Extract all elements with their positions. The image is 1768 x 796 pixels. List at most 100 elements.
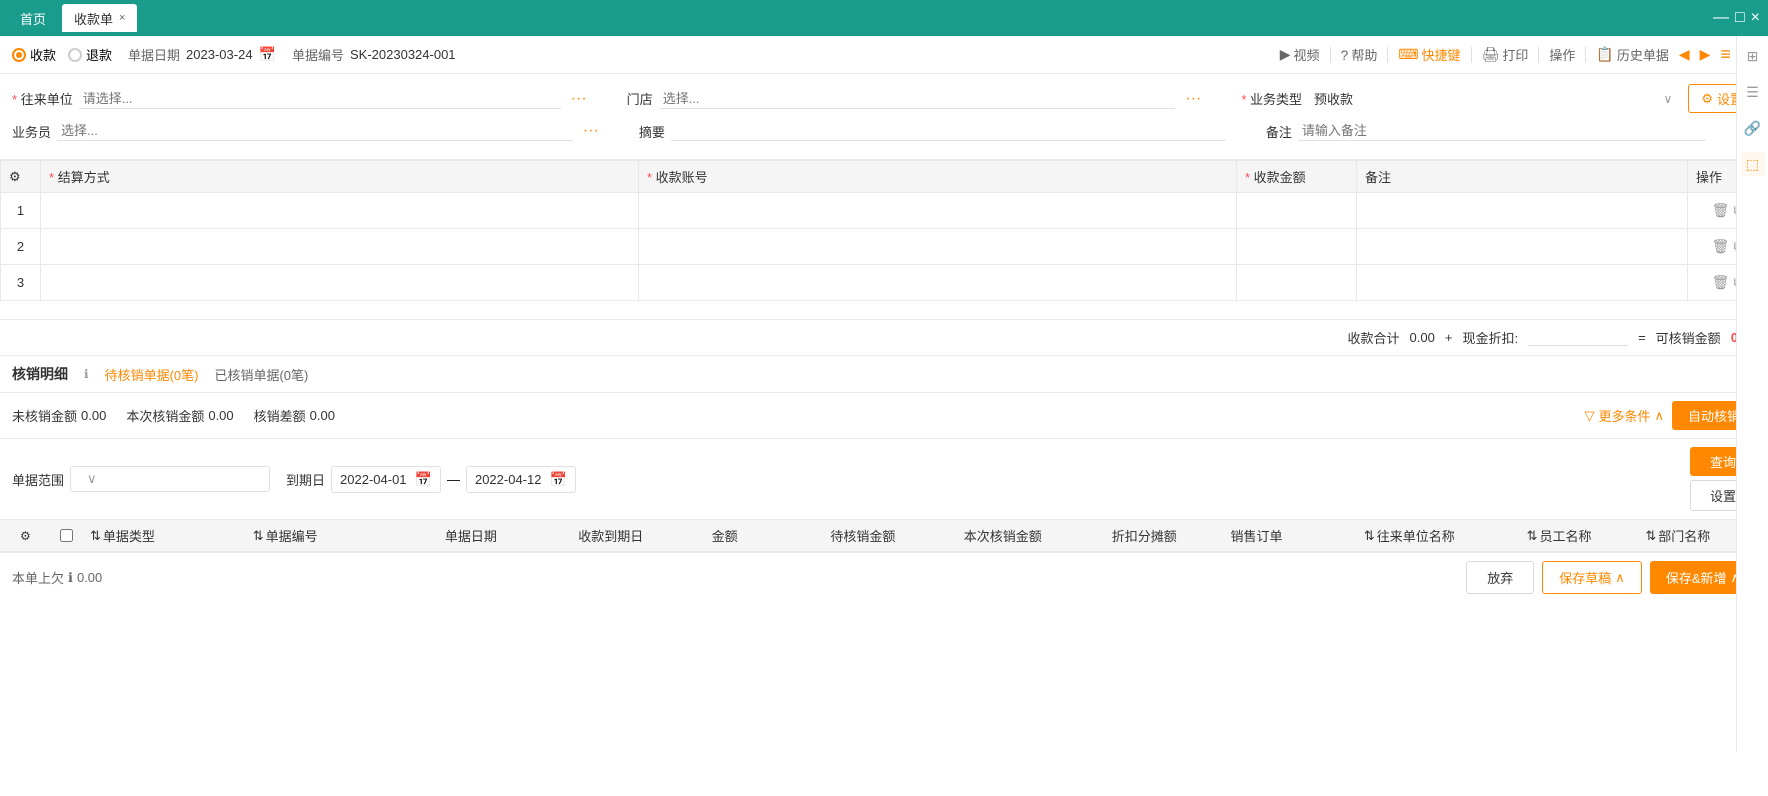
row-remark-3[interactable] bbox=[1356, 265, 1687, 301]
note-label: 备注 bbox=[1266, 122, 1292, 141]
divider2 bbox=[1387, 47, 1388, 63]
receipt-radio[interactable]: 收款 bbox=[12, 45, 56, 64]
date-from-icon[interactable]: 📅 bbox=[415, 471, 432, 488]
done-tab[interactable]: 已核销单据(0笔) bbox=[214, 365, 308, 384]
partner-input[interactable] bbox=[79, 89, 561, 109]
discard-btn[interactable]: 放弃 bbox=[1466, 561, 1534, 594]
receipt-radio-label: 收款 bbox=[30, 45, 56, 64]
staff-field: 业务员 ··· bbox=[12, 121, 599, 141]
remark-header: 备注 bbox=[1356, 161, 1687, 193]
summary-field: 摘要 bbox=[639, 121, 1226, 141]
sidebar-link-icon[interactable]: 🔗 bbox=[1741, 116, 1765, 140]
list-view-icon[interactable]: ≡ bbox=[1720, 44, 1731, 65]
diff-stat: 核销差额 0.00 bbox=[254, 406, 335, 425]
nav-prev-icon[interactable]: ◀ bbox=[1679, 46, 1690, 63]
row-remark-1[interactable] bbox=[1356, 193, 1687, 229]
summary-label: 摘要 bbox=[639, 122, 665, 141]
ops-btn[interactable]: 操作 bbox=[1549, 45, 1575, 64]
date-from-input[interactable]: 2022-04-01 📅 bbox=[331, 466, 441, 493]
bth-due-date: 收款到期日 bbox=[570, 526, 703, 545]
note-input[interactable] bbox=[1298, 121, 1706, 141]
bth-pending: 待核销金额 bbox=[822, 526, 955, 545]
table-area: ⚙ * 结算方式 * 收款账号 * 收款金额 备注 bbox=[0, 160, 1768, 320]
receipt-radio-dot bbox=[12, 48, 26, 62]
sidebar-list-icon[interactable]: ☰ bbox=[1741, 80, 1765, 104]
current-verify-value: 0.00 bbox=[208, 408, 233, 423]
date-label: 单据日期 bbox=[128, 45, 180, 64]
tab-actions: — □ × bbox=[1713, 9, 1760, 27]
range-select[interactable]: ∨ bbox=[70, 466, 270, 492]
row-account-1[interactable] bbox=[638, 193, 1236, 229]
row-num-3: 3 bbox=[1, 265, 41, 301]
footer-info-icon[interactable]: ℹ bbox=[68, 570, 73, 586]
date-to-icon[interactable]: 📅 bbox=[549, 471, 566, 488]
nav-next-icon[interactable]: ▶ bbox=[1700, 46, 1711, 63]
help-label: 帮助 bbox=[1351, 45, 1377, 64]
discount-input[interactable] bbox=[1528, 330, 1628, 346]
shortcut-btn[interactable]: ⌨ 快捷键 bbox=[1398, 45, 1460, 64]
calendar-icon[interactable]: 📅 bbox=[259, 46, 276, 63]
sort-icon-bill-no: ⇅ bbox=[253, 528, 264, 544]
tab-home-label: 首页 bbox=[20, 9, 46, 28]
row-settle-3[interactable] bbox=[41, 265, 639, 301]
tab-home[interactable]: 首页 bbox=[8, 4, 58, 32]
verify-info-icon[interactable]: ℹ bbox=[84, 367, 89, 381]
refund-radio[interactable]: 退款 bbox=[68, 45, 112, 64]
save-draft-btn[interactable]: 保存草稿 ∧ bbox=[1542, 561, 1642, 594]
row-account-3[interactable] bbox=[638, 265, 1236, 301]
history-btn[interactable]: 📋 历史单据 bbox=[1596, 45, 1668, 64]
date-from-value: 2022-04-01 bbox=[340, 472, 407, 487]
shop-more-icon[interactable]: ··· bbox=[1185, 90, 1201, 108]
pending-tab[interactable]: 待核销单据(0笔) bbox=[105, 365, 199, 384]
table-row: 1 🗑 ⧉ bbox=[1, 193, 1768, 229]
table-settings-header[interactable]: ⚙ bbox=[1, 161, 41, 193]
staff-more-icon[interactable]: ··· bbox=[583, 122, 599, 140]
staff-input[interactable] bbox=[57, 121, 573, 141]
equals-sign: = bbox=[1638, 330, 1646, 345]
partner-more-icon[interactable]: ··· bbox=[571, 90, 587, 108]
video-btn[interactable]: ▶ 视频 bbox=[1280, 45, 1320, 64]
shop-input[interactable] bbox=[659, 89, 1176, 109]
row-amount-1[interactable] bbox=[1236, 193, 1356, 229]
settle-method-header: * 结算方式 bbox=[41, 161, 639, 193]
tab-current[interactable]: 收款单 × bbox=[62, 4, 137, 32]
help-btn[interactable]: ? 帮助 bbox=[1341, 45, 1378, 64]
divider4 bbox=[1538, 47, 1539, 63]
row-account-2[interactable] bbox=[638, 229, 1236, 265]
sidebar-expand-icon[interactable]: ⬚ bbox=[1741, 152, 1765, 176]
sort-icon-staff: ⇅ bbox=[1527, 528, 1538, 544]
bth-checkbox[interactable] bbox=[52, 529, 82, 542]
row-amount-2[interactable] bbox=[1236, 229, 1356, 265]
help-icon: ? bbox=[1341, 47, 1349, 63]
row-amount-3[interactable] bbox=[1236, 265, 1356, 301]
row-delete-icon-3[interactable]: 🗑 bbox=[1712, 274, 1730, 291]
receipt-refund-radio: 收款 退款 bbox=[12, 45, 112, 64]
biz-type-arrow[interactable]: ∨ bbox=[1664, 92, 1673, 106]
form-row-2: 业务员 ··· 摘要 备注 bbox=[12, 121, 1756, 141]
current-verify-label: 本次核销金额 bbox=[126, 406, 204, 425]
bottom-table-header: ⚙ ⇅ 单据类型 ⇅ 单据编号 单据日期 收款到期日 bbox=[0, 520, 1768, 552]
net-label: 可核销金额 bbox=[1656, 328, 1721, 347]
summary-row: 收款合计 0.00 + 现金折扣: = 可核销金额 0.00 bbox=[0, 320, 1768, 356]
row-remark-2[interactable] bbox=[1356, 229, 1687, 265]
tab-close-icon[interactable]: × bbox=[119, 12, 125, 24]
sort-icon-dept: ⇅ bbox=[1645, 528, 1656, 544]
bth-discount: 折扣分摊额 bbox=[1104, 526, 1223, 545]
row-settle-2[interactable] bbox=[41, 229, 639, 265]
row-delete-icon-2[interactable]: 🗑 bbox=[1712, 238, 1730, 255]
sidebar-table-icon[interactable]: ⊞ bbox=[1741, 44, 1765, 68]
more-conditions-btn[interactable]: ▽ 更多条件 ∧ bbox=[1584, 406, 1664, 425]
print-btn[interactable]: 🖨 打印 bbox=[1482, 45, 1529, 64]
date-to-input[interactable]: 2022-04-12 📅 bbox=[466, 466, 576, 493]
bth-settings[interactable]: ⚙ bbox=[12, 529, 52, 543]
window-max-btn[interactable]: □ bbox=[1735, 9, 1745, 27]
summary-input[interactable] bbox=[671, 121, 1226, 141]
window-min-btn[interactable]: — bbox=[1713, 9, 1729, 27]
select-all-checkbox[interactable] bbox=[60, 529, 73, 542]
table-row: 2 🗑 ⧉ bbox=[1, 229, 1768, 265]
unverified-label: 未核销金额 bbox=[12, 406, 77, 425]
row-settle-1[interactable] bbox=[41, 193, 639, 229]
window-close-btn[interactable]: × bbox=[1751, 9, 1760, 27]
range-field: 单据范围 ∨ bbox=[12, 466, 270, 492]
row-delete-icon-1[interactable]: 🗑 bbox=[1712, 202, 1730, 219]
